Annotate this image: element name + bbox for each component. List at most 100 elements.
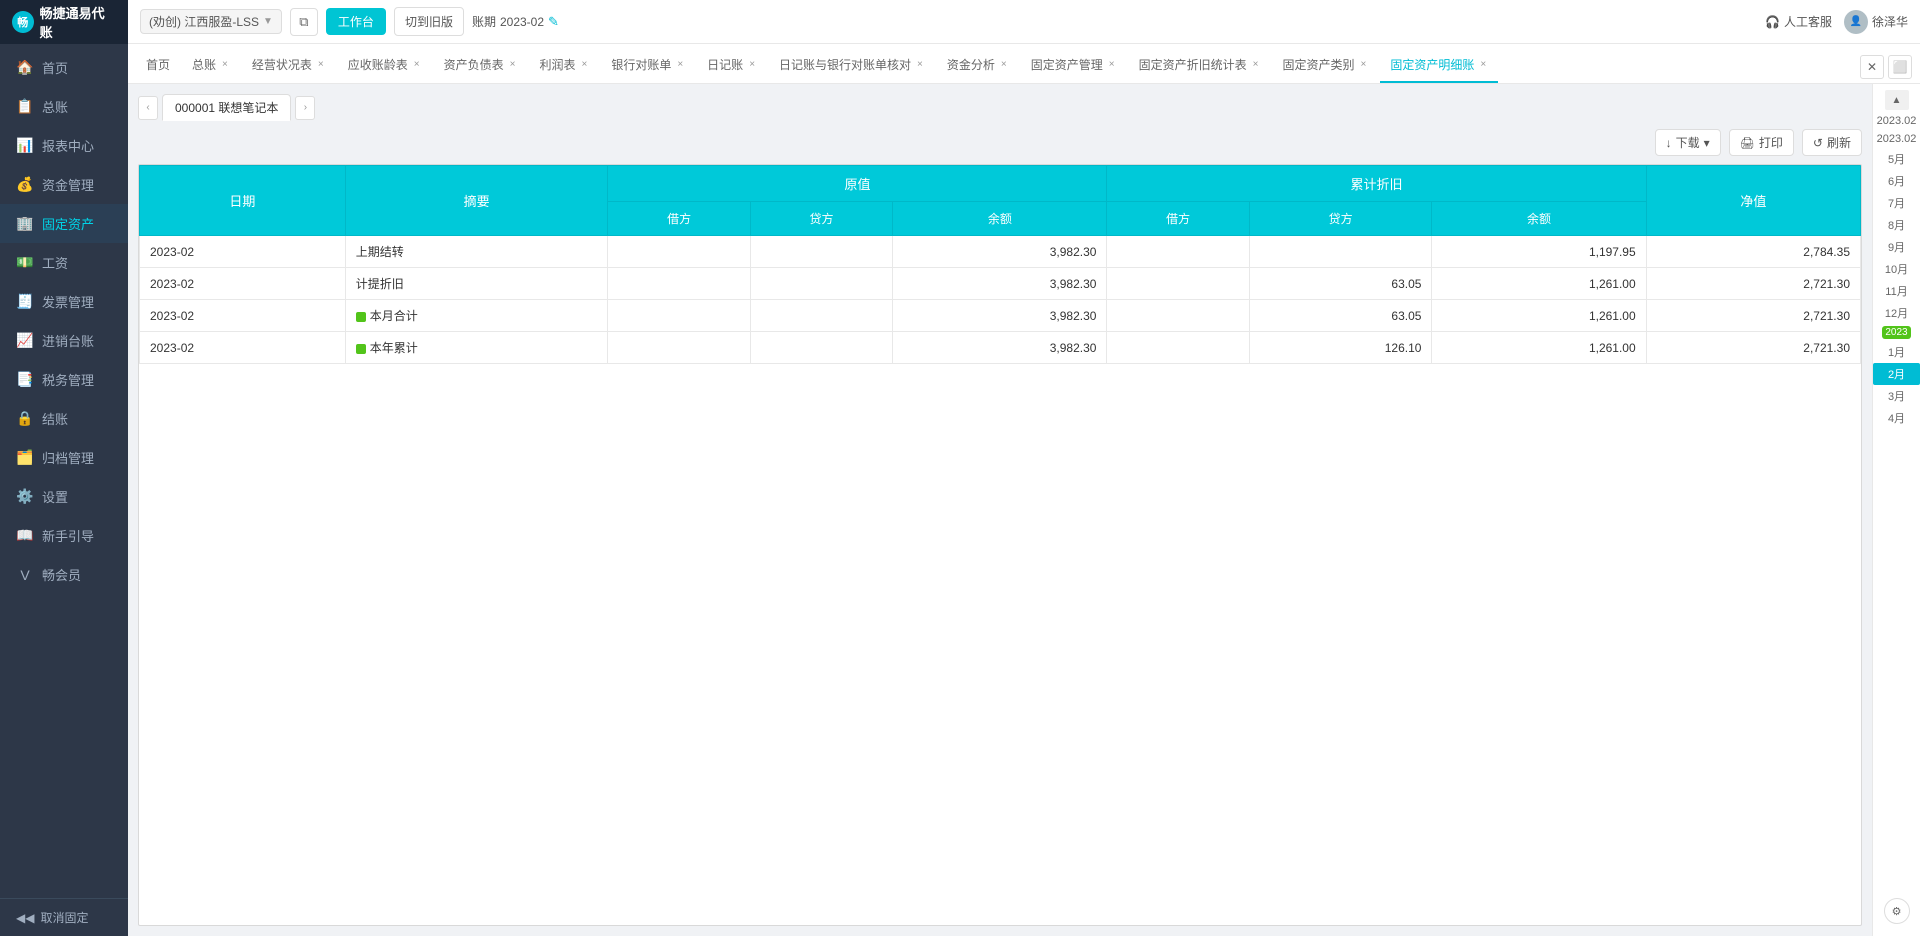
sidebar-item-settings[interactable]: ⚙️ 设置 xyxy=(0,477,128,516)
tab-close-icon[interactable]: × xyxy=(999,58,1009,71)
cell-net-value: 2,784.35 xyxy=(1646,236,1860,268)
close-tab-button[interactable]: ✕ xyxy=(1860,55,1884,79)
month-7[interactable]: 7月 xyxy=(1873,192,1920,214)
col-original-value: 原值 xyxy=(608,166,1107,202)
funds-icon: 💰 xyxy=(16,176,34,193)
tab-label: 固定资产折旧统计表 xyxy=(1139,56,1247,73)
tab-close-icon[interactable]: × xyxy=(316,58,326,71)
month-8[interactable]: 8月 xyxy=(1873,214,1920,236)
month-9[interactable]: 9月 xyxy=(1873,236,1920,258)
cell-orig-credit xyxy=(750,300,892,332)
subtabbar: ‹ 000001 联想笔记本 › xyxy=(138,94,1862,121)
sidebar-item-sales[interactable]: 📈 进销台账 xyxy=(0,321,128,360)
tab-close-icon[interactable]: × xyxy=(1107,58,1117,71)
tab-close-icon[interactable]: × xyxy=(1358,58,1368,71)
tab-fixed-mgmt[interactable]: 固定资产管理 × xyxy=(1021,47,1127,83)
tab-fixed-category[interactable]: 固定资产类别 × xyxy=(1272,47,1378,83)
right-settings-btn[interactable]: ⚙ xyxy=(1884,898,1910,924)
tab-fund-analysis[interactable]: 资金分析 × xyxy=(937,47,1019,83)
invoice-icon: 🧾 xyxy=(16,293,34,310)
col-acc-debit: 借方 xyxy=(1107,202,1249,236)
sidebar-item-fixed-assets[interactable]: 🏢 固定资产 xyxy=(0,204,128,243)
sidebar-item-invoice[interactable]: 🧾 发票管理 xyxy=(0,282,128,321)
subtab-next-btn[interactable]: › xyxy=(295,96,315,120)
tab-label: 经营状况表 xyxy=(252,56,312,73)
cell-summary: 本月合计 xyxy=(345,300,608,332)
sidebar-item-home[interactable]: 🏠 首页 xyxy=(0,48,128,87)
tab-label: 银行对账单 xyxy=(611,56,671,73)
year-period-1[interactable]: 2023.02 xyxy=(1873,112,1920,130)
tab-journal-bank-check[interactable]: 日记账与银行对账单核对 × xyxy=(769,47,935,83)
month-2[interactable]: 2月 xyxy=(1873,363,1920,385)
tab-fixed-detail[interactable]: 固定资产明细账 × xyxy=(1380,47,1498,83)
sidebar-item-funds[interactable]: 💰 资金管理 xyxy=(0,165,128,204)
tab-close-icon[interactable]: × xyxy=(412,58,422,71)
year-period-2[interactable]: 2023.02 xyxy=(1873,130,1920,148)
pin-icon: ◀◀ xyxy=(16,911,34,925)
sidebar-item-closing[interactable]: 🔒 结账 xyxy=(0,399,128,438)
tab-home[interactable]: 首页 xyxy=(136,47,180,83)
month-4[interactable]: 4月 xyxy=(1873,407,1920,429)
user-menu[interactable]: 👤 徐泽华 xyxy=(1844,10,1908,34)
sidebar-unpin-btn[interactable]: ◀◀ 取消固定 xyxy=(0,898,128,936)
tab-profit[interactable]: 利润表 × xyxy=(529,47,599,83)
period-edit-icon[interactable]: ✎ xyxy=(548,14,559,30)
col-orig-balance: 余额 xyxy=(893,202,1107,236)
month-3[interactable]: 3月 xyxy=(1873,385,1920,407)
cell-acc-credit: 63.05 xyxy=(1249,268,1432,300)
table-row: 2023-02 本月合计 3,982.30 63.05 1,261.00 2,7… xyxy=(140,300,1861,332)
chevron-down-icon: ▼ xyxy=(263,16,273,27)
subtab-item[interactable]: 000001 联想笔记本 xyxy=(162,94,291,121)
workspace-button[interactable]: 工作台 xyxy=(326,8,386,35)
month-6[interactable]: 6月 xyxy=(1873,170,1920,192)
nav-up-btn[interactable]: ▲ xyxy=(1885,90,1909,110)
tab-operations[interactable]: 经营状况表 × xyxy=(242,47,336,83)
tab-close-icon[interactable]: × xyxy=(508,58,518,71)
print-button[interactable]: 🖨 打印 xyxy=(1729,129,1794,156)
tab-close-icon[interactable]: × xyxy=(579,58,589,71)
company-selector[interactable]: (劝创) 江西服盈-LSS ▼ xyxy=(140,9,282,34)
tab-receivables[interactable]: 应收账龄表 × xyxy=(338,47,432,83)
download-label: 下载 xyxy=(1676,134,1700,151)
sidebar-item-archive[interactable]: 🗂️ 归档管理 xyxy=(0,438,128,477)
year-badge: 2023 xyxy=(1882,326,1910,339)
old-version-button[interactable]: 切到旧版 xyxy=(394,7,464,36)
copy-button[interactable]: ⧉ xyxy=(290,8,318,36)
refresh-button[interactable]: ↺ 刷新 xyxy=(1802,129,1862,156)
download-button[interactable]: ↓ 下载 ▾ xyxy=(1655,129,1721,156)
tab-close-icon[interactable]: × xyxy=(220,58,230,71)
month-12[interactable]: 12月 xyxy=(1873,302,1920,324)
month-1[interactable]: 1月 xyxy=(1873,341,1920,363)
tab-label: 日记账 xyxy=(707,56,743,73)
sidebar-item-reports[interactable]: 📊 报表中心 xyxy=(0,126,128,165)
tab-ledger[interactable]: 总账 × xyxy=(182,47,240,83)
tab-journal[interactable]: 日记账 × xyxy=(697,47,767,83)
sidebar-item-tax[interactable]: 📑 税务管理 xyxy=(0,360,128,399)
sidebar-item-vip[interactable]: V 畅会员 xyxy=(0,555,128,594)
sidebar-item-ledger[interactable]: 📋 总账 xyxy=(0,87,128,126)
tab-balance-sheet[interactable]: 资产负债表 × xyxy=(434,47,528,83)
home-icon: 🏠 xyxy=(16,59,34,76)
headset-icon: 🎧 xyxy=(1765,15,1780,29)
tab-fixed-depreciation[interactable]: 固定资产折旧统计表 × xyxy=(1129,47,1271,83)
col-net-value: 净值 xyxy=(1646,166,1860,236)
dropdown-icon: ▾ xyxy=(1704,136,1710,150)
tab-close-icon[interactable]: × xyxy=(675,58,685,71)
tab-label: 固定资产类别 xyxy=(1282,56,1354,73)
tab-close-icon[interactable]: × xyxy=(1251,58,1261,71)
maximize-tab-button[interactable]: ⬜ xyxy=(1888,55,1912,79)
month-11[interactable]: 11月 xyxy=(1873,280,1920,302)
sidebar-item-salary[interactable]: 💵 工资 xyxy=(0,243,128,282)
month-10[interactable]: 10月 xyxy=(1873,258,1920,280)
tab-close-icon[interactable]: × xyxy=(747,58,757,71)
sidebar-item-guide[interactable]: 📖 新手引导 xyxy=(0,516,128,555)
service-label: 人工客服 xyxy=(1784,13,1832,30)
tab-bank-statement[interactable]: 银行对账单 × xyxy=(601,47,695,83)
service-button[interactable]: 🎧 人工客服 xyxy=(1765,13,1832,30)
sidebar-item-label: 总账 xyxy=(42,97,68,116)
tab-close-icon[interactable]: × xyxy=(915,58,925,71)
month-5[interactable]: 5月 xyxy=(1873,148,1920,170)
col-orig-credit: 贷方 xyxy=(750,202,892,236)
tab-close-icon[interactable]: × xyxy=(1478,58,1488,71)
subtab-prev-btn[interactable]: ‹ xyxy=(138,96,158,120)
